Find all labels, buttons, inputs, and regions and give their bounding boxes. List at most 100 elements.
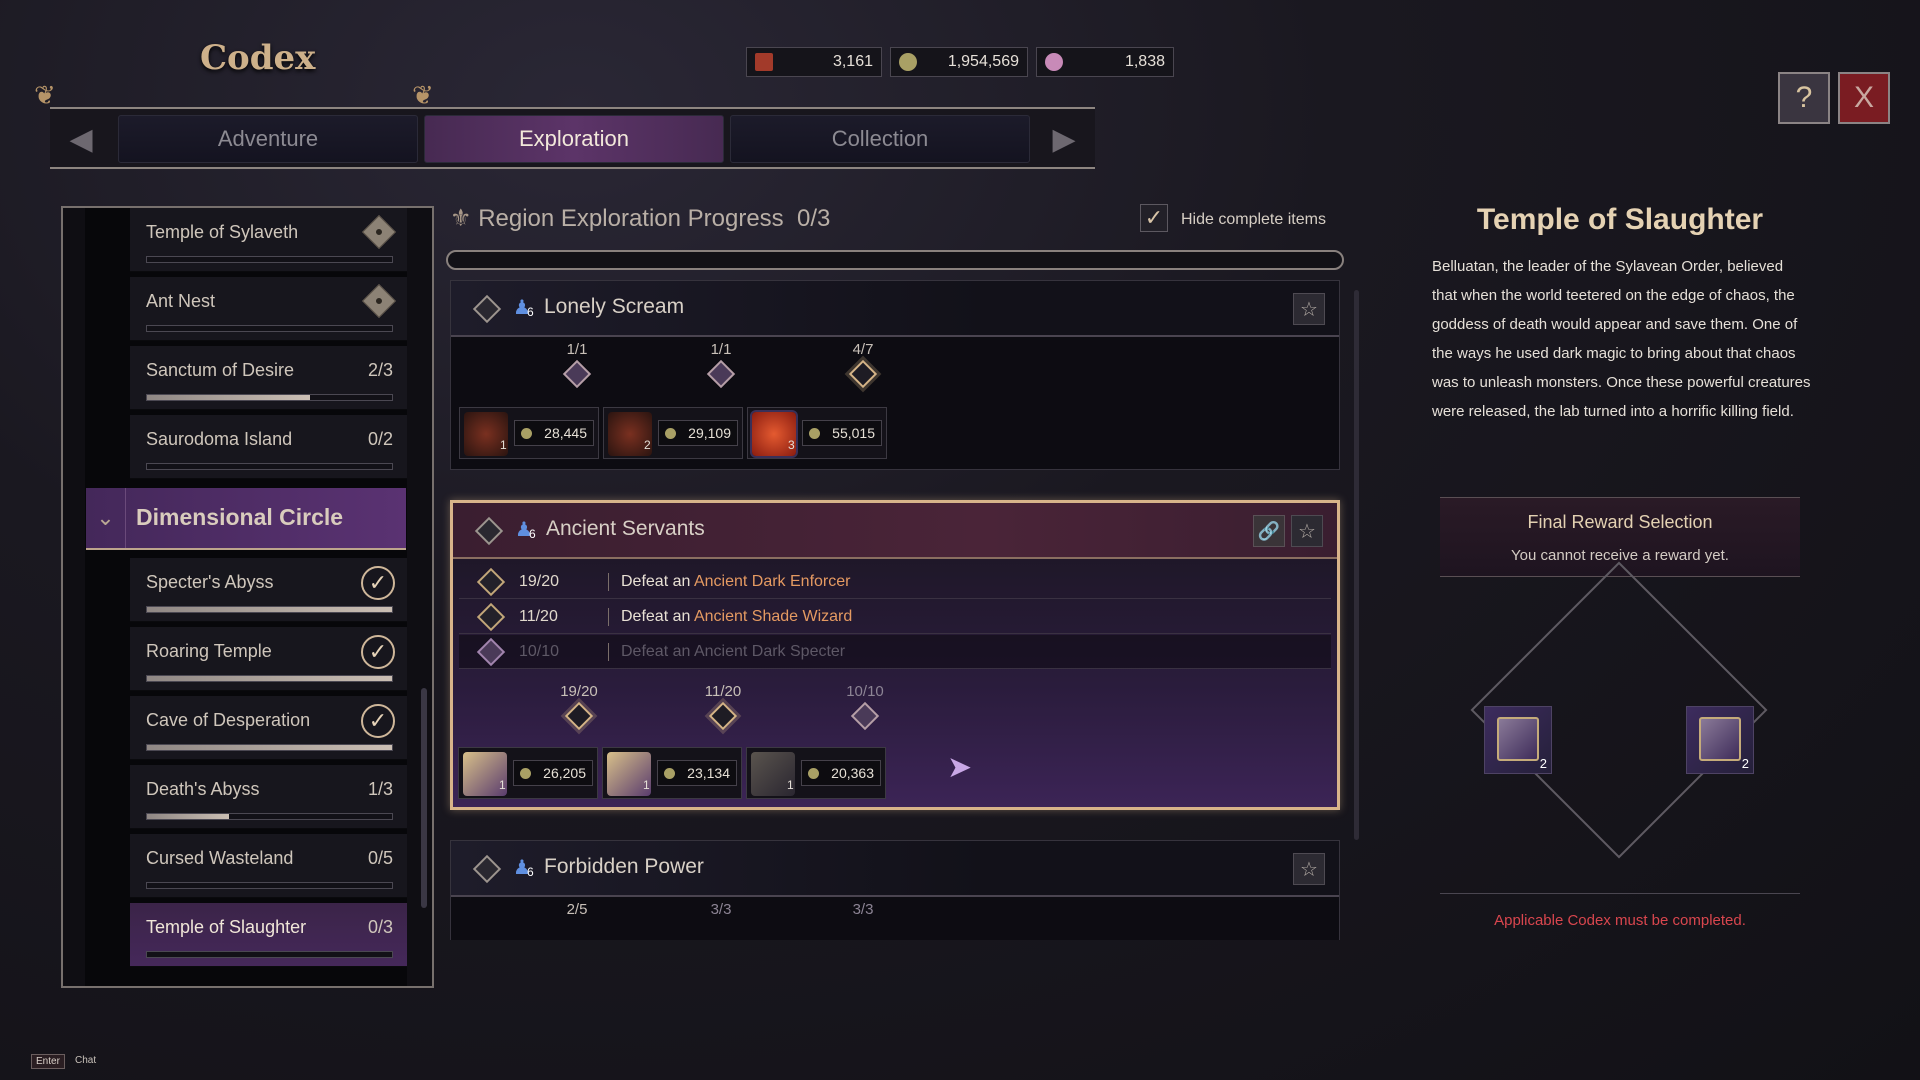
item-count: 1/3 [367,779,393,799]
sidebar-item-temple-of-sylaveth[interactable]: Temple of Sylaveth [130,208,407,272]
codex-card-lonely-scream[interactable]: ♟ 6 Lonely Scream ☆ 1/1 1/1 4/7 1 28,445 … [450,280,1340,470]
gold-reward: 28,445 [514,420,594,446]
item-label: Temple of Sylaveth [146,222,299,242]
progress-bar [146,606,393,613]
lock-icon [362,284,396,318]
gold-reward: 29,109 [658,420,738,446]
sidebar-item-temple-of-slaughter[interactable]: Temple of Slaughter 0/3 [130,903,407,967]
step-1: 1/1 [507,341,647,389]
sidebar-item-roaring-temple[interactable]: Roaring Temple ✓ [130,627,407,691]
codex-card-forbidden-power[interactable]: ♟ 6 Forbidden Power ☆ 2/5 3/3 3/3 [450,840,1340,940]
tab-adventure[interactable]: Adventure [118,115,418,163]
region-progress-value: 0/3 [797,205,831,232]
card-header: ♟ 6 Ancient Servants 🔗 ☆ [453,503,1337,559]
item-label: Saurodoma Island [146,429,293,449]
tab-collection[interactable]: Collection [730,115,1030,163]
objective-check-icon [476,637,506,666]
fleur-icon: ⚜ [450,205,472,232]
card-header: ♟ 6 Forbidden Power ☆ [451,841,1339,897]
favorite-star-button[interactable]: ☆ [1293,293,1325,325]
final-reward-title: Final Reward Selection [1527,512,1713,532]
detail-description: Belluatan, the leader of the Sylavean Or… [1432,258,1811,420]
item-count: 0/3 [367,917,393,937]
progress-bar [146,744,393,751]
progress-bar [146,675,393,682]
link-button[interactable]: 🔗 [1253,515,1285,547]
check-circle-icon: ✓ [361,635,395,669]
sidebar-group-dimensional-circle[interactable]: ⌄ Dimensional Circle [86,488,406,550]
region-progress-label: Region Exploration Progress [478,205,784,232]
chat-label[interactable]: Chat [75,1055,96,1066]
sidebar-scrollbar[interactable] [421,688,427,908]
final-reward-option-1[interactable]: 2 [1484,706,1552,774]
check-circle-icon: ✓ [361,566,395,600]
detail-title: Temple of Slaughter [1476,203,1764,236]
chain-link-icon: 🔗 [1257,520,1281,541]
final-reward-option-2[interactable]: 2 [1686,706,1754,774]
sidebar-item-saurodoma-island[interactable]: Saurodoma Island 0/2 [130,415,407,479]
monster-link[interactable]: Ancient Dark Specter [694,643,845,660]
favorite-star-button[interactable]: ☆ [1291,515,1323,547]
reward-qty: 3 [788,438,795,452]
item-count: 0/5 [367,848,393,868]
book-item-icon [1497,717,1539,761]
gold-reward: 20,363 [801,760,881,786]
help-book-icon: ? [1795,81,1813,114]
reward-qty: 2 [1539,756,1547,771]
party-size: 6 [527,865,534,879]
step-reward[interactable]: 1 23,134 [602,747,742,799]
gold-reward: 55,015 [802,420,882,446]
tab-next-arrow[interactable]: ▶ [1035,111,1093,167]
sidebar-item-ant-nest[interactable]: Ant Nest [130,277,407,341]
party-size: 6 [529,527,536,541]
sidebar-item-cave-of-desperation[interactable]: Cave of Desperation ✓ [130,696,407,760]
currency-ticket: 3,161 [746,47,882,77]
help-button[interactable]: ? [1778,72,1830,124]
monster-link[interactable]: Ancient Dark Enforcer [694,573,851,590]
currency-value: 1,838 [1124,53,1165,70]
step-done-icon [850,701,880,731]
monster-link[interactable]: Ancient Shade Wizard [694,608,852,625]
step-reward[interactable]: 3 55,015 [747,407,887,459]
sidebar-item-deaths-abyss[interactable]: Death's Abyss 1/3 [130,765,407,829]
sidebar-item-cursed-wasteland[interactable]: Cursed Wasteland 0/5 [130,834,407,898]
region-sidebar: Temple of Sylaveth Ant Nest Sanctum of D… [61,206,434,988]
hide-complete-checkbox[interactable]: ✓ [1140,204,1168,232]
gold-reward: 23,134 [657,760,737,786]
hide-complete-label: Hide complete items [1181,211,1326,228]
mouse-cursor: ➤ [947,751,973,784]
progress-bar [146,463,393,470]
tab-prev-arrow[interactable]: ◀ [52,111,110,167]
card-header: ♟ 6 Lonely Scream ☆ [451,281,1339,337]
step-reward[interactable]: 1 20,363 [746,747,886,799]
region-progress-title: ⚜ Region Exploration Progress 0/3 [450,204,830,233]
tab-exploration[interactable]: Exploration [424,115,724,163]
step-3: 4/7 [793,341,933,389]
currency-gold: 1,954,569 [890,47,1028,77]
item-label: Sanctum of Desire [146,360,295,380]
reward-qty: 1 [500,438,507,452]
step-pending-icon [848,359,878,389]
item-label: Cave of Desperation [146,710,311,730]
step-progress: 19/20 [560,683,598,700]
step-2: 11/20 [653,683,793,731]
sidebar-item-specters-abyss[interactable]: Specter's Abyss ✓ [130,558,407,622]
reward-qty: 2 [1741,756,1749,771]
main-scrollbar[interactable] [1354,290,1359,840]
checkmark-icon: ✓ [1144,205,1164,230]
favorite-star-button[interactable]: ☆ [1293,853,1325,885]
item-label: Ant Nest [146,291,216,311]
step-progress: 3/3 [852,901,874,918]
progress-bar [146,256,393,263]
sidebar-item-sanctum-of-desire[interactable]: Sanctum of Desire 2/3 [130,346,407,410]
close-button[interactable]: X [1838,72,1890,124]
step-reward[interactable]: 1 28,445 [459,407,599,459]
objective-text: Defeat an Ancient Dark Enforcer [621,572,851,590]
step-reward[interactable]: 2 29,109 [603,407,743,459]
step-progress: 11/20 [704,683,742,700]
item-label: Cursed Wasteland [146,848,294,868]
step-reward[interactable]: 1 26,205 [458,747,598,799]
step-progress: 1/1 [566,341,588,358]
codex-card-ancient-servants[interactable]: ♟ 6 Ancient Servants 🔗 ☆ 19/20 Defeat an… [450,500,1340,810]
progress-bar [146,882,393,889]
